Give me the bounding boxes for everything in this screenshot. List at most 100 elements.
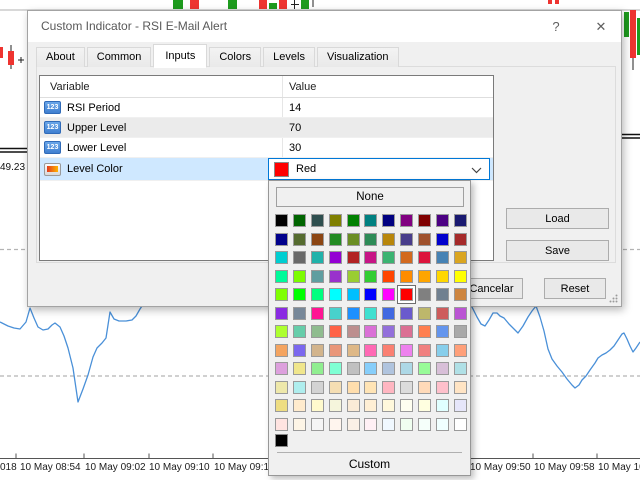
palette-swatch-19[interactable] xyxy=(418,232,432,246)
palette-swatch-16[interactable] xyxy=(364,232,378,246)
palette-swatch-83[interactable] xyxy=(382,343,396,357)
palette-swatch-110[interactable] xyxy=(275,399,288,412)
palette-swatch-96[interactable] xyxy=(418,362,432,375)
custom-button[interactable]: Custom xyxy=(269,457,470,471)
palette-swatch-102[interactable] xyxy=(328,380,342,394)
palette-swatch-119[interactable] xyxy=(436,399,450,412)
tab-about[interactable]: About xyxy=(36,47,85,67)
palette-swatch-47[interactable] xyxy=(328,288,342,301)
palette-swatch-10[interactable] xyxy=(453,214,467,227)
palette-swatch-20[interactable] xyxy=(436,232,450,246)
palette-swatch-6[interactable] xyxy=(382,214,396,227)
palette-swatch-7[interactable] xyxy=(400,214,414,227)
palette-swatch-103[interactable] xyxy=(346,380,360,394)
table-row[interactable]: 123 Upper Level 70 xyxy=(40,118,493,138)
palette-swatch-14[interactable] xyxy=(328,232,342,246)
palette-swatch-35[interactable] xyxy=(310,269,324,283)
palette-swatch-99[interactable] xyxy=(275,380,288,394)
palette-swatch-72[interactable] xyxy=(382,325,396,338)
palette-swatch-33[interactable] xyxy=(275,269,288,283)
palette-swatch-126[interactable] xyxy=(364,417,378,431)
palette-swatch-12[interactable] xyxy=(292,232,306,246)
palette-swatch-46[interactable] xyxy=(310,288,324,301)
palette-swatch-45[interactable] xyxy=(292,288,306,301)
palette-swatch-63[interactable] xyxy=(418,306,432,320)
palette-swatch-59[interactable] xyxy=(346,306,360,320)
palette-swatch-113[interactable] xyxy=(328,399,342,412)
palette-swatch-53[interactable] xyxy=(436,288,450,301)
palette-swatch-86[interactable] xyxy=(436,343,450,357)
palette-swatch-112[interactable] xyxy=(310,399,324,412)
palette-swatch-5[interactable] xyxy=(364,214,378,227)
palette-swatch-42[interactable] xyxy=(436,269,450,283)
palette-swatch-1[interactable] xyxy=(292,214,306,227)
palette-swatch-43[interactable] xyxy=(453,269,467,283)
palette-swatch-67[interactable] xyxy=(292,325,306,338)
table-row[interactable]: 123 Lower Level 30 xyxy=(40,138,493,158)
palette-swatch-114[interactable] xyxy=(346,399,360,412)
palette-swatch-129[interactable] xyxy=(418,417,432,431)
table-row[interactable]: 123 RSI Period 14 xyxy=(40,98,493,118)
palette-swatch-15[interactable] xyxy=(346,232,360,246)
palette-swatch-8[interactable] xyxy=(418,214,432,227)
palette-swatch-21[interactable] xyxy=(453,232,467,246)
palette-swatch-28[interactable] xyxy=(382,251,396,264)
resize-grip[interactable] xyxy=(609,294,618,303)
palette-swatch-62[interactable] xyxy=(400,306,414,320)
palette-swatch-69[interactable] xyxy=(328,325,342,338)
palette-swatch-29[interactable] xyxy=(400,251,414,264)
palette-swatch-94[interactable] xyxy=(382,362,396,375)
palette-swatch-27[interactable] xyxy=(364,251,378,264)
palette-swatch-122[interactable] xyxy=(292,417,306,431)
palette-swatch-65[interactable] xyxy=(453,306,467,320)
palette-swatch-44[interactable] xyxy=(275,288,288,301)
palette-swatch-117[interactable] xyxy=(400,399,414,412)
palette-swatch-9[interactable] xyxy=(436,214,450,227)
palette-swatch-18[interactable] xyxy=(400,232,414,246)
palette-swatch-13[interactable] xyxy=(310,232,324,246)
palette-swatch-123[interactable] xyxy=(310,417,324,431)
custom-color-swatch[interactable] xyxy=(275,434,288,447)
palette-swatch-88[interactable] xyxy=(275,362,288,375)
tab-inputs[interactable]: Inputs xyxy=(153,44,208,68)
palette-swatch-100[interactable] xyxy=(292,380,306,394)
palette-swatch-51[interactable] xyxy=(400,288,414,301)
palette-swatch-108[interactable] xyxy=(436,380,450,394)
palette-swatch-60[interactable] xyxy=(364,306,378,320)
palette-swatch-64[interactable] xyxy=(436,306,450,320)
palette-swatch-79[interactable] xyxy=(310,343,324,357)
palette-swatch-76[interactable] xyxy=(453,325,467,338)
palette-swatch-52[interactable] xyxy=(418,288,432,301)
palette-swatch-75[interactable] xyxy=(436,325,450,338)
palette-swatch-125[interactable] xyxy=(346,417,360,431)
save-button[interactable]: Save xyxy=(506,240,609,261)
palette-swatch-84[interactable] xyxy=(400,343,414,357)
palette-swatch-55[interactable] xyxy=(275,306,288,320)
palette-swatch-90[interactable] xyxy=(310,362,324,375)
palette-swatch-82[interactable] xyxy=(364,343,378,357)
load-button[interactable]: Load xyxy=(506,208,609,229)
palette-swatch-107[interactable] xyxy=(418,380,432,394)
palette-swatch-118[interactable] xyxy=(418,399,432,412)
palette-swatch-50[interactable] xyxy=(382,288,396,301)
palette-swatch-127[interactable] xyxy=(382,417,396,431)
palette-swatch-34[interactable] xyxy=(292,269,306,283)
palette-swatch-54[interactable] xyxy=(453,288,467,301)
palette-swatch-87[interactable] xyxy=(453,343,467,357)
palette-swatch-57[interactable] xyxy=(310,306,324,320)
tab-common[interactable]: Common xyxy=(86,47,152,67)
palette-swatch-111[interactable] xyxy=(292,399,306,412)
palette-swatch-124[interactable] xyxy=(328,417,342,431)
close-icon[interactable]: ✕ xyxy=(584,11,618,42)
palette-swatch-70[interactable] xyxy=(346,325,360,338)
palette-swatch-22[interactable] xyxy=(275,251,288,264)
palette-swatch-104[interactable] xyxy=(364,380,378,394)
palette-swatch-105[interactable] xyxy=(382,380,396,394)
palette-swatch-40[interactable] xyxy=(400,269,414,283)
palette-swatch-24[interactable] xyxy=(310,251,324,264)
palette-swatch-109[interactable] xyxy=(453,380,467,394)
palette-swatch-66[interactable] xyxy=(275,325,288,338)
palette-swatch-85[interactable] xyxy=(418,343,432,357)
palette-swatch-11[interactable] xyxy=(275,232,288,246)
palette-swatch-131[interactable] xyxy=(453,417,467,431)
